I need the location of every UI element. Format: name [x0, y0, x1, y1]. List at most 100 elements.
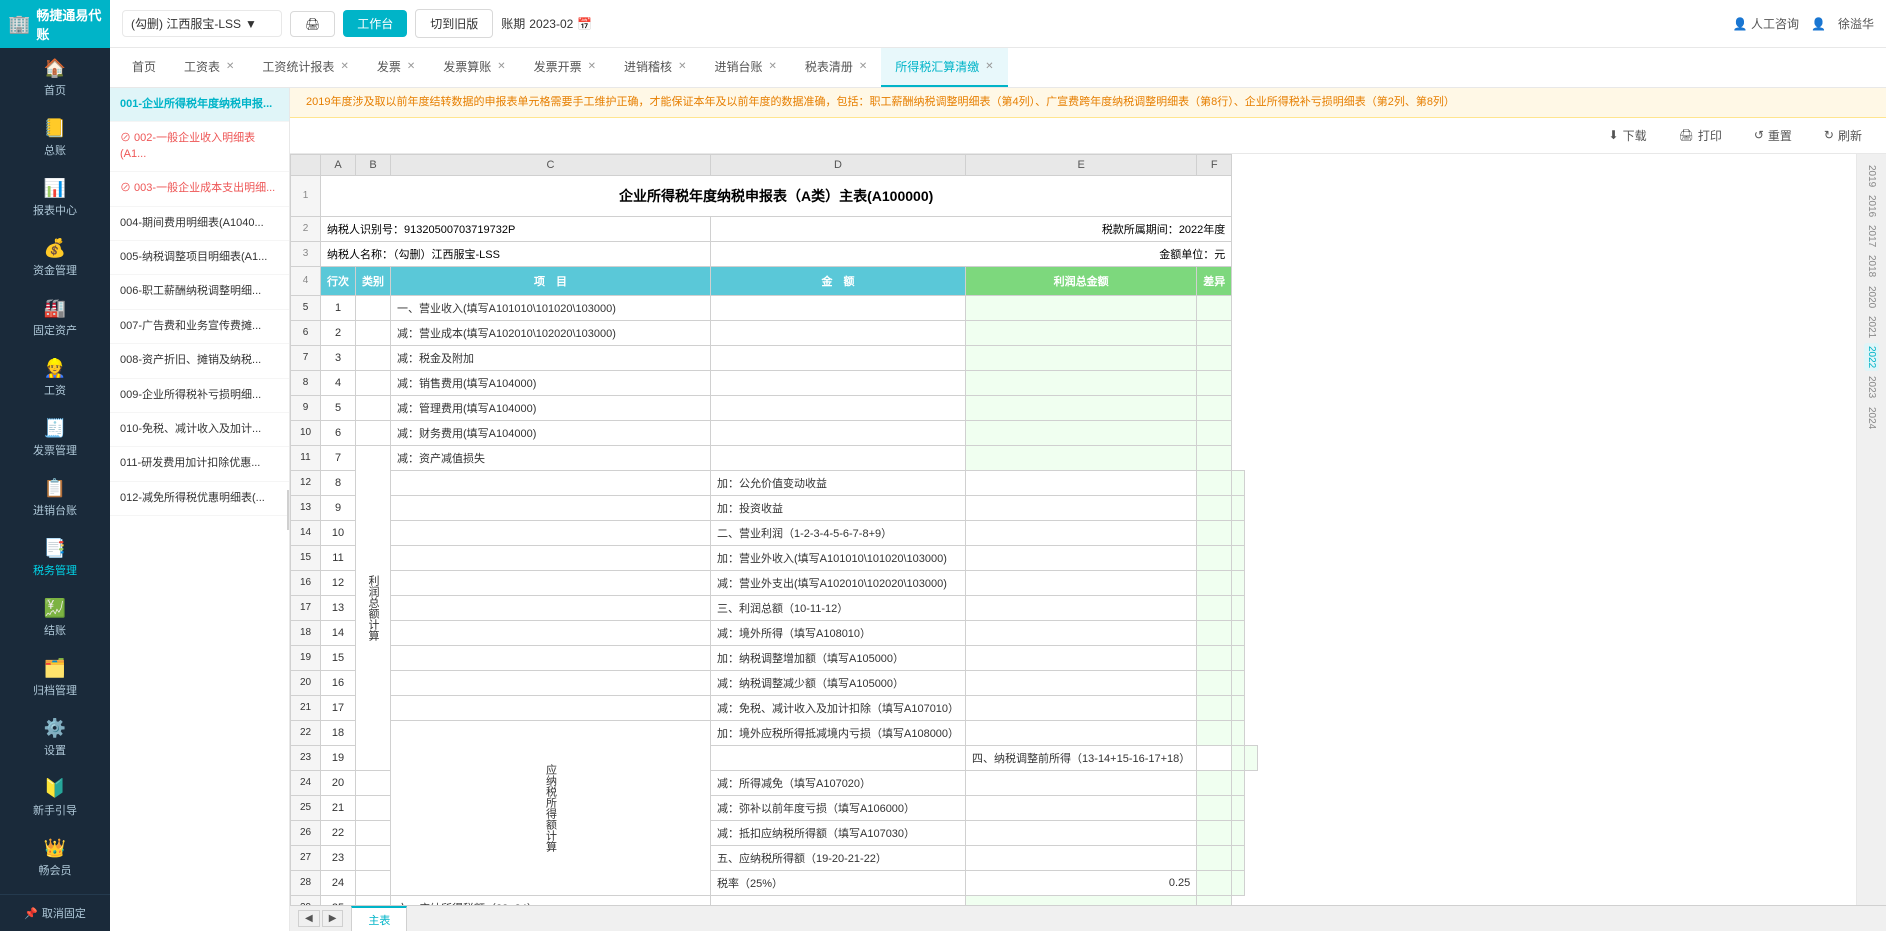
- col-header-label-1: 类别: [356, 266, 391, 295]
- col-header-label-4: 利润总金额: [966, 266, 1197, 295]
- user-avatar: 👤: [1811, 17, 1826, 31]
- nav-icon: 👷: [44, 358, 66, 379]
- reset-icon: ↺: [1754, 128, 1764, 142]
- accounting-period: 账期 2023-02 📅: [501, 15, 592, 32]
- sidebar-item-固定资产[interactable]: 🏭固定资产: [0, 288, 110, 348]
- nav-icon: 📊: [44, 178, 66, 199]
- category-cell: [391, 595, 711, 620]
- tab-close-icon[interactable]: ✕: [407, 61, 415, 72]
- download-btn[interactable]: ⬇ 下载: [1601, 124, 1655, 147]
- category-cell: [391, 470, 711, 495]
- next-tab-btn[interactable]: ▶: [322, 910, 344, 927]
- tab-close-icon[interactable]: ✕: [226, 61, 234, 72]
- tabbar: 首页工资表✕工资统计报表✕发票✕发票算账✕发票开票✕进销稽核✕进销台账✕税表清册…: [110, 48, 1886, 88]
- year-item-2022[interactable]: 2022: [1864, 343, 1879, 371]
- workspace-btn[interactable]: 工作台: [343, 10, 407, 37]
- tab-close-icon[interactable]: ✕: [588, 61, 596, 72]
- main-panel: 2019年度涉及取以前年度结转数据的申报表单元格需要手工维护正确，才能保证本年及…: [290, 88, 1886, 931]
- sidebar-footer-btn[interactable]: 📌 取消固定: [0, 894, 110, 931]
- sidebar-item-发票管理[interactable]: 🧾发票管理: [0, 408, 110, 468]
- bottom-tab-主表[interactable]: 主表: [351, 906, 407, 931]
- warning-text: 2019年度涉及取以前年度结转数据的申报表单元格需要手工维护正确，才能保证本年及…: [306, 96, 1455, 108]
- col-header-D: D: [711, 154, 966, 175]
- spreadsheet-table: ABCDEF1企业所得税年度纳税申报表（A类）主表(A100000)2纳税人识别…: [290, 154, 1258, 906]
- tab-close-icon[interactable]: ✕: [985, 61, 993, 72]
- sidebar-item-工资[interactable]: 👷工资: [0, 348, 110, 408]
- table-row: 51一、营业收入(填写A101010\101020\103000): [291, 295, 1258, 320]
- tab-进销台账[interactable]: 进销台账✕: [700, 48, 790, 87]
- year-item-2016[interactable]: 2016: [1864, 192, 1879, 220]
- template-print-btn[interactable]: 🖨: [290, 11, 335, 37]
- tab-发票[interactable]: 发票✕: [363, 48, 429, 87]
- year-item-2018[interactable]: 2018: [1864, 252, 1879, 280]
- category-cell: 利润总额计算: [356, 445, 391, 770]
- tab-发票开票[interactable]: 发票开票✕: [520, 48, 610, 87]
- left-panel-item-001[interactable]: 001-企业所得税年度纳税申报...: [110, 88, 289, 122]
- left-panel-item-010[interactable]: 010-免税、减计收入及加计...: [110, 413, 289, 447]
- left-panel-item-009[interactable]: 009-企业所得税补亏损明细...: [110, 379, 289, 413]
- company-selector[interactable]: (勾删) 江西服宝-LSS ▼: [122, 10, 282, 37]
- left-panel-item-011[interactable]: 011-研发费用加计扣除优惠...: [110, 447, 289, 481]
- sidebar-item-设置[interactable]: ⚙️设置: [0, 708, 110, 768]
- year-item-2023[interactable]: 2023: [1864, 373, 1879, 401]
- left-panel-item-003[interactable]: ⊘ 003-一般企业成本支出明细...: [110, 172, 289, 206]
- prev-tab-btn[interactable]: ◀: [298, 910, 320, 927]
- table-row: 2117减：免税、减计收入及加计扣除（填写A107010）: [291, 695, 1258, 720]
- year-item-2024[interactable]: 2024: [1864, 404, 1879, 432]
- tab-close-icon[interactable]: ✕: [678, 61, 686, 72]
- tab-close-icon[interactable]: ✕: [340, 61, 348, 72]
- category-cell: [356, 370, 391, 395]
- tab-首页[interactable]: 首页: [118, 48, 170, 87]
- category-cell: [356, 420, 391, 445]
- sidebar-item-首页[interactable]: 🏠首页: [0, 48, 110, 108]
- dropdown-icon: ▼: [245, 17, 257, 31]
- year-item-2021[interactable]: 2021: [1864, 313, 1879, 341]
- left-panel-item-012[interactable]: 012-减免所得税优惠明细表(...: [110, 482, 289, 516]
- left-panel-item-006[interactable]: 006-职工薪酬纳税调整明细...: [110, 275, 289, 309]
- sidebar-item-进销台账[interactable]: 📋进销台账: [0, 468, 110, 528]
- sidebar-item-结账[interactable]: 💹结账: [0, 588, 110, 648]
- table-row: 1713三、利润总额（10-11-12）: [291, 595, 1258, 620]
- taxpayer-id-cell: 纳税人识别号：91320500703719732P: [321, 216, 711, 241]
- sidebar-item-归档管理[interactable]: 🗂️归档管理: [0, 648, 110, 708]
- sidebar-item-畅会员[interactable]: 👑畅会员: [0, 828, 110, 888]
- download-icon: ⬇: [1609, 128, 1619, 142]
- left-panel-item-004[interactable]: 004-期间费用明细表(A1040...: [110, 207, 289, 241]
- year-item-2020[interactable]: 2020: [1864, 283, 1879, 311]
- print-btn[interactable]: 🖨 打印: [1671, 124, 1730, 147]
- tab-税表清册[interactable]: 税表清册✕: [791, 48, 881, 87]
- switch-version-btn[interactable]: 切到旧版: [415, 9, 493, 38]
- year-item-2019[interactable]: 2019: [1864, 162, 1879, 190]
- table-row: 1915加：纳税调整增加额（填写A105000）: [291, 645, 1258, 670]
- tab-进销稽核[interactable]: 进销稽核✕: [610, 48, 700, 87]
- tab-发票算账[interactable]: 发票算账✕: [429, 48, 519, 87]
- left-panel-item-008[interactable]: 008-资产折旧、摊销及纳税...: [110, 344, 289, 378]
- sidebar-item-税务管理[interactable]: 📑税务管理: [0, 528, 110, 588]
- col-header-F: F: [1197, 154, 1232, 175]
- table-row: 139加：投资收益: [291, 495, 1258, 520]
- sidebar-item-新手引导[interactable]: 🔰新手引导: [0, 768, 110, 828]
- col-header-rownum: [291, 154, 321, 175]
- category-cell: [356, 770, 391, 795]
- sidebar-item-资金管理[interactable]: 💰资金管理: [0, 228, 110, 288]
- left-panel-item-005[interactable]: 005-纳税调整项目明细表(A1...: [110, 241, 289, 275]
- tab-所得税汇算清缴[interactable]: 所得税汇算清缴✕: [881, 48, 1007, 87]
- reset-btn[interactable]: ↺ 重置: [1746, 124, 1800, 147]
- spreadsheet-container[interactable]: ABCDEF1企业所得税年度纳税申报表（A类）主表(A100000)2纳税人识别…: [290, 154, 1856, 906]
- user-name: 徐溢华: [1838, 15, 1874, 32]
- pin-icon: 📌: [24, 907, 38, 920]
- ai-consult-btn[interactable]: 👤 人工咨询: [1733, 15, 1799, 32]
- tab-close-icon[interactable]: ✕: [859, 61, 867, 72]
- tab-工资表[interactable]: 工资表✕: [170, 48, 248, 87]
- year-item-2017[interactable]: 2017: [1864, 222, 1879, 250]
- tab-工资统计报表[interactable]: 工资统计报表✕: [248, 48, 362, 87]
- sidebar-item-总账[interactable]: 📒总账: [0, 108, 110, 168]
- left-panel-item-002[interactable]: ⊘ 002-一般企业收入明细表(A1...: [110, 122, 289, 172]
- left-panel-item-007[interactable]: 007-广告费和业务宣传费摊...: [110, 310, 289, 344]
- tab-nav-arrows: ◀ ▶: [298, 910, 343, 927]
- tab-close-icon[interactable]: ✕: [497, 61, 505, 72]
- bottom-tabs: ◀ ▶ 主表: [290, 905, 1886, 931]
- tab-close-icon[interactable]: ✕: [768, 61, 776, 72]
- sidebar-item-报表中心[interactable]: 📊报表中心: [0, 168, 110, 228]
- refresh-btn[interactable]: ↻ 刷新: [1816, 124, 1870, 147]
